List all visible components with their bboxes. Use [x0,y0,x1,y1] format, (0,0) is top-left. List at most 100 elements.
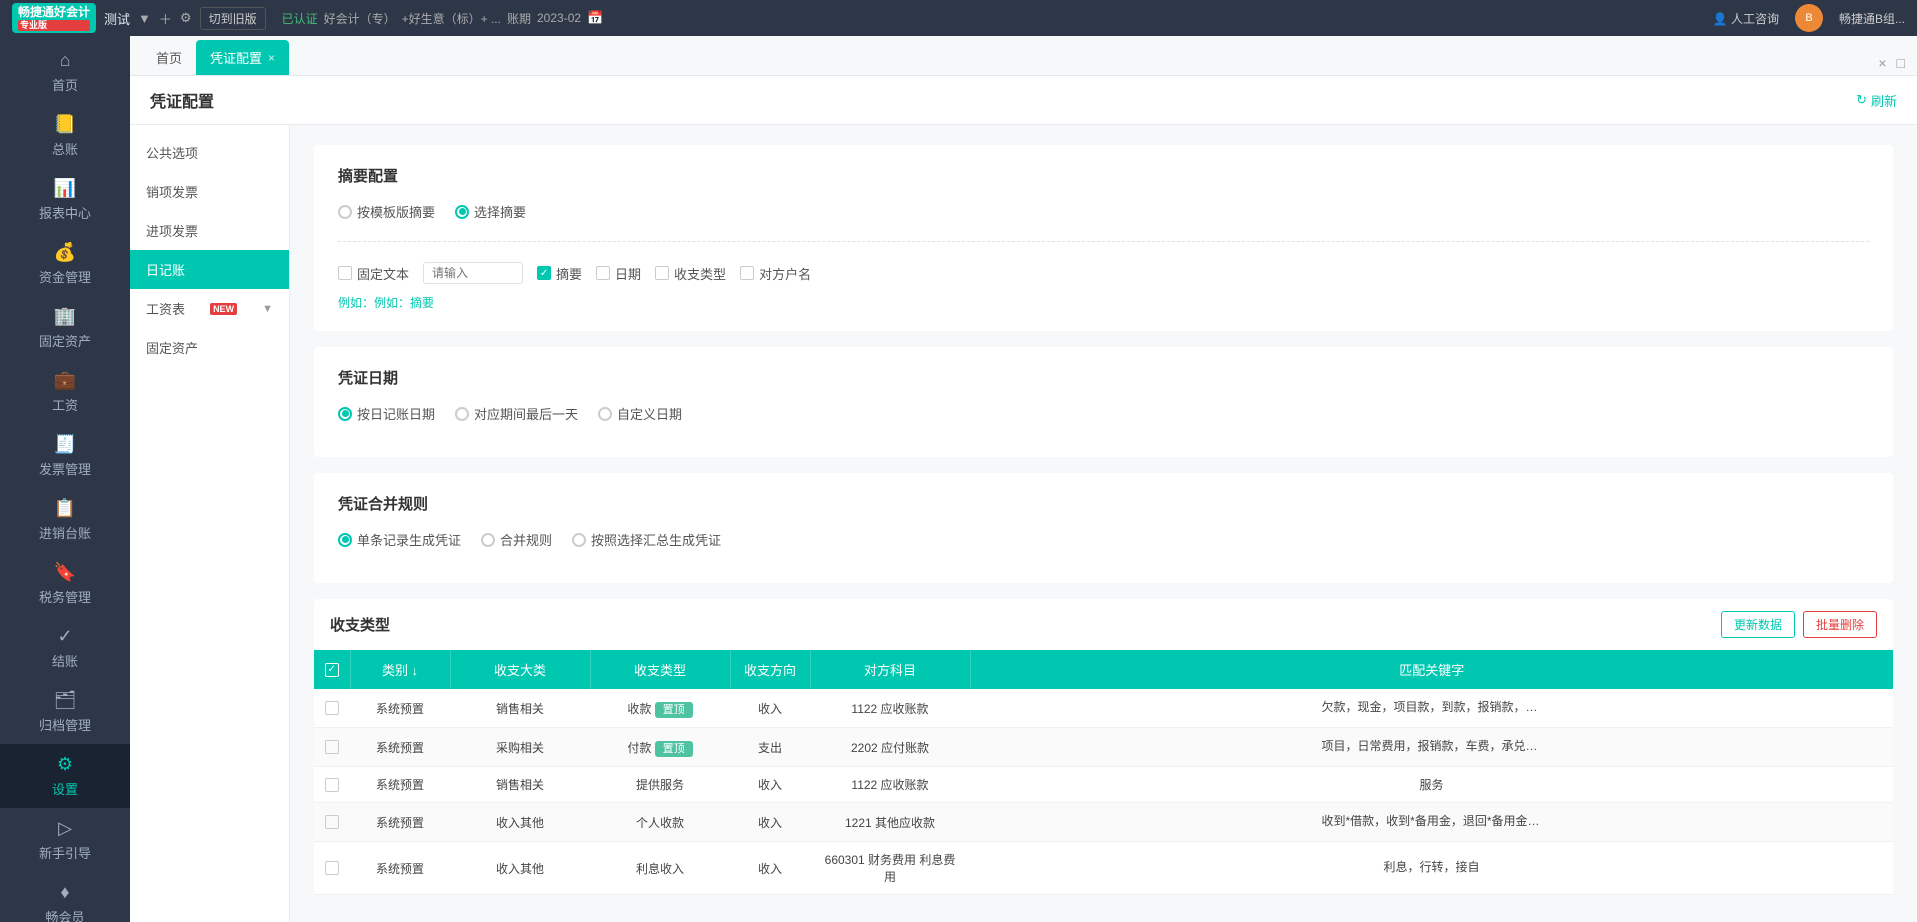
checkbox-box-counterpart [740,266,754,280]
row-account-2: 1122 应收账款 [810,767,970,803]
sidebar-label-invoice: 发票管理 [39,459,91,478]
left-nav: 公共选项 销项发票 进项发票 日记账 工资表 NEW ▼ [130,125,290,922]
left-nav-item-journal[interactable]: 日记账 [130,250,289,289]
sidebar-item-salary[interactable]: 💼 工资 [0,360,130,424]
left-nav-item-fixed-assets[interactable]: 固定资产 [130,328,289,367]
sidebar-item-settings[interactable]: ⚙ 设置 [0,744,130,808]
row-account-4: 660301 财务费用 利息费用 [810,842,970,895]
checkbox-date[interactable]: 日期 [596,264,641,283]
row-direction-2: 收入 [730,767,810,803]
radio-select-summary[interactable]: 选择摘要 [455,202,526,221]
row-keywords-2: 服务 [970,767,1893,803]
radio-circle-merge [481,533,495,547]
batch-delete-button[interactable]: 批量删除 [1803,611,1877,638]
workspace-name: 测试 [104,9,130,28]
left-nav-item-sales-invoice[interactable]: 销项发票 [130,172,289,211]
top-badge-0[interactable]: 置顶 [655,702,693,718]
checkbox-summary[interactable]: ✓ 摘要 [537,264,582,283]
left-nav-item-purchase-invoice[interactable]: 进项发票 [130,211,289,250]
new-badge: NEW [210,303,237,315]
row-category-1: 系统预置 [350,728,450,767]
expand-icon[interactable]: ▼ [262,303,273,315]
radio-single[interactable]: 单条记录生成凭证 [338,530,461,549]
config-panel: 摘要配置 按模板版摘要 选择摘要 [290,125,1917,922]
sidebar-item-tax[interactable]: 🔖 税务管理 [0,552,130,616]
home-icon: ⌂ [60,50,71,71]
table-header: ✓ 类别 ↓ 收支大类 收支类型 收支方向 对方科目 匹配关键字 [314,650,1893,689]
sidebar-item-reports[interactable]: 📊 报表中心 [0,168,130,232]
row-direction-3: 收入 [730,803,810,842]
tab-home[interactable]: 首页 [142,40,196,75]
tab-close-icon[interactable]: × [268,51,275,65]
sidebar-item-invoice[interactable]: 🧾 发票管理 [0,424,130,488]
avatar[interactable]: B [1795,4,1823,32]
calendar-icon[interactable]: 📅 [587,10,603,26]
top-badge-1[interactable]: 置顶 [655,741,693,757]
checkbox-pay-type[interactable]: 收支类型 [655,264,726,283]
sidebar-item-home[interactable]: ⌂ 首页 [0,40,130,104]
row-checkbox-3[interactable] [314,803,350,842]
sidebar-label-tax: 税务管理 [39,587,91,606]
sidebar-item-ledger[interactable]: 📒 总账 [0,104,130,168]
tab-voucher-config[interactable]: 凭证配置 × [196,40,289,75]
row-checkbox-0[interactable] [314,689,350,728]
panel-maximize-icon[interactable]: □ [1897,55,1905,71]
radio-select-total[interactable]: 按照选择汇总生成凭证 [572,530,721,549]
example-text: 例如：例如：摘要 [338,294,1869,311]
left-nav-item-public[interactable]: 公共选项 [130,133,289,172]
row-account-0: 1122 应收账款 [810,689,970,728]
row-major-3: 收入其他 [450,803,590,842]
sidebar-label-assets: 固定资产 [39,331,91,350]
guide-icon: ▷ [58,818,72,839]
verified-tag: 已认证 [282,10,318,27]
radio-circle-select [455,205,469,219]
right-actions: 👤 人工咨询 B 畅捷通B组... [1713,4,1905,32]
radio-circle-template [338,205,352,219]
header-checkbox[interactable]: ✓ [325,663,339,677]
sidebar-item-member[interactable]: ♦ 畅会员 [0,872,130,922]
voucher-date-radio-group: 按日记账日期 对应期间最后一天 自定义日期 [338,404,1869,423]
sidebar-item-guide[interactable]: ▷ 新手引导 [0,808,130,872]
add-button[interactable]: ＋ [159,9,172,28]
reports-icon: 📊 [54,178,76,199]
dropdown-arrow-icon[interactable]: ▼ [138,11,151,26]
sidebar-item-archive[interactable]: 🗂 归档管理 [0,680,130,744]
radio-template-summary[interactable]: 按模板版摘要 [338,202,435,221]
settings-icon[interactable]: ⚙ [180,10,192,26]
checkbox-fixed-text[interactable]: 固定文本 [338,264,409,283]
fixed-text-input[interactable] [423,262,523,284]
radio-custom-date[interactable]: 自定义日期 [598,404,682,423]
refresh-button[interactable]: ↻ 刷新 [1856,91,1897,122]
summary-type-radio-group: 按模板版摘要 选择摘要 [338,202,1869,221]
content-area: 首页 凭证配置 × × □ 凭证配置 ↻ 刷新 [130,36,1917,922]
row-major-1: 采购相关 [450,728,590,767]
update-data-button[interactable]: 更新数据 [1721,611,1795,638]
row-category-3: 系统预置 [350,803,450,842]
table-row: 系统预置 采购相关 付款 置顶 支出 2202 应付账款 项目，日常费用，报销款… [314,728,1893,767]
sidebar-item-finance[interactable]: 💰 资金管理 [0,232,130,296]
radio-period-last[interactable]: 对应期间最后一天 [455,404,578,423]
panel-close-icon[interactable]: × [1878,55,1886,71]
biz-tag: +好生意（标）+ ... [402,10,501,27]
checkbox-box-summary: ✓ [537,266,551,280]
switch-version-button[interactable]: 切到旧版 [200,7,266,30]
row-checkbox-2[interactable] [314,767,350,803]
consult-button[interactable]: 👤 人工咨询 [1713,10,1779,27]
voucher-date-section: 凭证日期 按日记账日期 对应期间最后一天 [314,347,1893,457]
radio-circle-journal-date [338,407,352,421]
sidebar-item-close[interactable]: ✓ 结账 [0,616,130,680]
radio-journal-date[interactable]: 按日记账日期 [338,404,435,423]
checkbox-counterpart[interactable]: 对方户名 [740,264,811,283]
left-nav-item-payroll[interactable]: 工资表 NEW ▼ [130,289,289,328]
row-checkbox-1[interactable] [314,728,350,767]
row-checkbox-4[interactable] [314,842,350,895]
merge-rules-radio-group: 单条记录生成凭证 合并规则 按照选择汇总生成凭证 [338,530,1869,549]
sidebar-item-purchase[interactable]: 📋 进销台账 [0,488,130,552]
radio-merge[interactable]: 合并规则 [481,530,552,549]
checkbox-box-date [596,266,610,280]
sidebar-label-archive: 归档管理 [39,715,91,734]
income-expense-section: 收支类型 更新数据 批量删除 ✓ [314,599,1893,895]
main-layout: ⌂ 首页 📒 总账 📊 报表中心 💰 资金管理 🏢 固定资产 💼 工资 🧾 发票… [0,36,1917,922]
sidebar-item-assets[interactable]: 🏢 固定资产 [0,296,130,360]
table-row: 系统预置 销售相关 提供服务 收入 1122 应收账款 服务 [314,767,1893,803]
